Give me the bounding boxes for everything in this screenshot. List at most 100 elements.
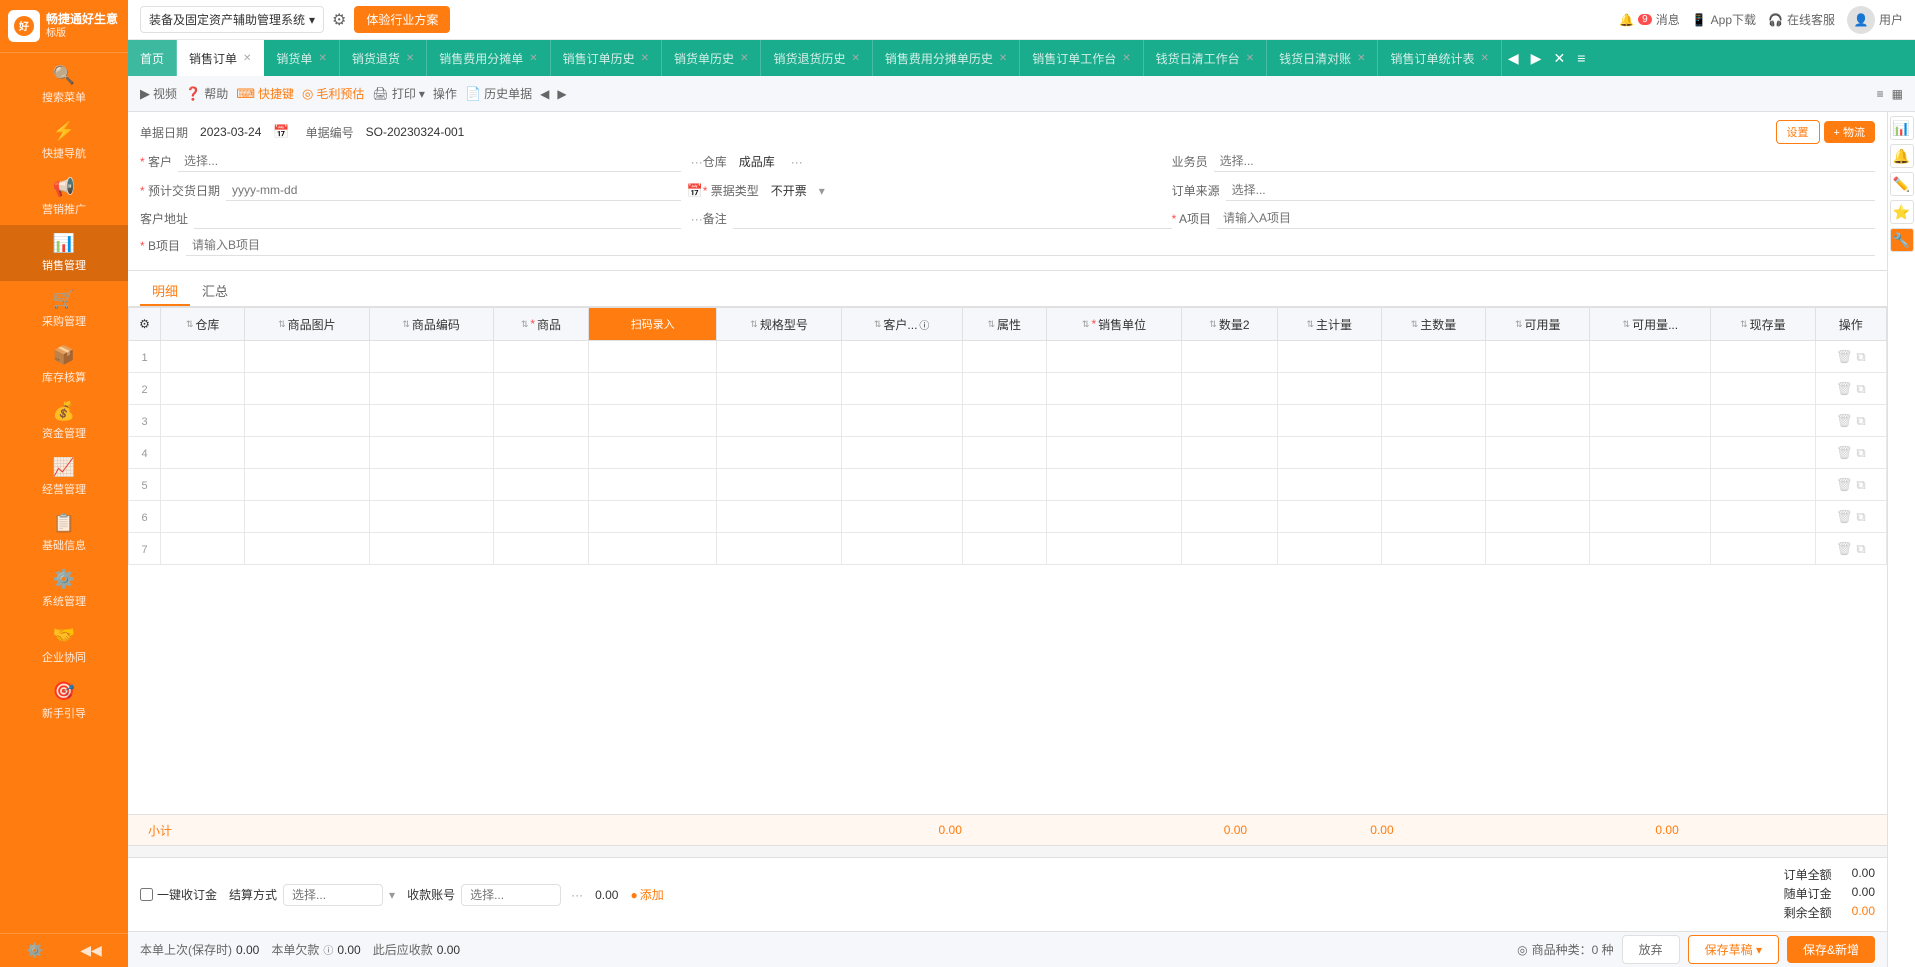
delete-icon[interactable]: 🗑 [1836,381,1853,397]
settings-header-icon[interactable]: ⚙ [332,10,346,30]
right-icon-star[interactable]: ⭐ [1890,200,1914,224]
system-select[interactable]: 装备及固定资产辅助管理系统 ▾ [140,6,324,33]
delete-icon[interactable]: 🗑 [1836,477,1853,493]
app-download-btn[interactable]: 📱 App下载 [1692,11,1756,28]
sidebar-item-search[interactable]: 🔍 搜索菜单 [0,57,128,113]
tab-expense-split[interactable]: 销售费用分摊单 ✕ [427,40,550,76]
a-project-input[interactable] [1217,208,1875,229]
delete-icon[interactable]: 🗑 [1836,445,1853,461]
user-area[interactable]: 👤 用户 [1847,6,1903,34]
nav-next-btn[interactable]: ▶ [557,87,566,101]
copy-icon[interactable]: ⧉ [1856,509,1865,525]
order-source-input[interactable] [1226,180,1875,201]
cell-attr[interactable] [962,341,1046,373]
cell-code[interactable] [369,341,493,373]
account-more-icon[interactable]: ··· [571,888,583,902]
close-icon[interactable]: ✕ [1357,53,1365,64]
calendar-icon[interactable]: 📅 [273,124,289,140]
settings-btn[interactable]: 设置 [1776,120,1820,144]
tab-nav-next[interactable]: ▶ [1525,50,1548,67]
tab-daily-workbench[interactable]: 钱货日清工作台 ✕ [1144,40,1267,76]
tab-sales-return[interactable]: 销货退货 ✕ [340,40,427,76]
operations-btn[interactable]: 操作 [433,85,457,102]
th-scan[interactable]: 扫码录入 [589,308,717,341]
tab-order-workbench[interactable]: 销售订单工作台 ✕ [1020,40,1143,76]
grid-view-btn[interactable]: ▦ [1892,87,1903,101]
sidebar-item-sales[interactable]: 📊 销售管理 [0,225,128,281]
add-logistics-btn[interactable]: + 物流 [1824,121,1875,143]
tab-home[interactable]: 首页 [128,40,177,76]
tab-detail[interactable]: 明细 [140,277,190,306]
settlement-input[interactable] [283,884,383,906]
sidebar-item-quicknav[interactable]: ⚡ 快捷导航 [0,113,128,169]
one-click-checkbox-input[interactable] [140,888,153,901]
close-icon[interactable]: ✕ [406,53,414,64]
copy-icon[interactable]: ⧉ [1856,349,1865,365]
warehouse-more-icon[interactable]: ··· [791,155,803,169]
copy-icon[interactable]: ⧉ [1856,445,1865,461]
settings-bottom-icon[interactable]: ⚙️ [26,942,43,959]
tab-order-history[interactable]: 销售订单历史 ✕ [551,40,662,76]
cell-unit[interactable] [1046,341,1181,373]
customer-more-icon[interactable]: ··· [691,155,703,169]
right-icon-tool[interactable]: 🔧 [1890,228,1914,252]
close-icon[interactable]: ✕ [1481,53,1489,64]
notification-btn[interactable]: 🔔 9 消息 [1619,11,1680,28]
sidebar-item-inventory[interactable]: 📦 库存核算 [0,337,128,393]
copy-icon[interactable]: ⧉ [1856,477,1865,493]
close-icon[interactable]: ✕ [243,53,251,64]
save-draft-btn[interactable]: 保存草稿 ▾ [1688,935,1779,964]
close-icon[interactable]: ✕ [740,53,748,64]
customer-address-input[interactable] [194,208,681,229]
close-icon[interactable]: ✕ [318,53,326,64]
right-icon-bell[interactable]: 🔔 [1890,144,1914,168]
print-btn[interactable]: 🖨 打印 ▾ [372,85,425,102]
close-icon[interactable]: ✕ [1122,53,1130,64]
b-project-input[interactable] [186,235,1875,256]
save-new-btn[interactable]: 保存&新增 [1787,936,1875,963]
shortcuts-btn[interactable]: ⌨ 快捷键 [236,85,294,102]
right-icon-chart[interactable]: 📊 [1890,116,1914,140]
help-btn[interactable]: ❓ 帮助 [185,85,228,102]
scan-btn[interactable]: 扫码录入 [623,314,683,334]
sidebar-item-management[interactable]: 📈 经营管理 [0,449,128,505]
tab-sales-slip[interactable]: 销货单 ✕ [264,40,339,76]
delete-icon[interactable]: 🗑 [1836,413,1853,429]
close-icon[interactable]: ✕ [1246,53,1254,64]
settlement-chevron[interactable]: ▾ [389,888,395,902]
history-btn[interactable]: 📄 历史单据 [465,85,532,102]
tab-slip-history[interactable]: 销货单历史 ✕ [662,40,761,76]
sidebar-item-system[interactable]: ⚙️ 系统管理 [0,561,128,617]
delivery-date-input[interactable] [226,180,680,201]
sidebar-item-guide[interactable]: 🎯 新手引导 [0,673,128,729]
receipt-account-input[interactable] [461,884,561,906]
invoice-chevron-icon[interactable]: ▾ [819,184,825,198]
delete-icon[interactable]: 🗑 [1836,509,1853,525]
list-view-btn[interactable]: ≡ [1877,87,1884,101]
add-btn[interactable]: ● 添加 [630,886,663,903]
tab-stats[interactable]: 销售订单统计表 ✕ [1378,40,1501,76]
tab-expense-history[interactable]: 销售费用分摊单历史 ✕ [873,40,1020,76]
sidebar-item-basic[interactable]: 📋 基础信息 [0,505,128,561]
copy-icon[interactable]: ⧉ [1856,413,1865,429]
close-icon[interactable]: ✕ [999,53,1007,64]
sidebar-item-marketing[interactable]: 📢 营销推广 [0,169,128,225]
tab-daily-reconcile[interactable]: 钱货日清对账 ✕ [1267,40,1378,76]
cell-warehouse[interactable] [161,341,245,373]
copy-icon[interactable]: ⧉ [1856,541,1865,557]
customer-input[interactable] [178,151,681,172]
tab-nav-prev[interactable]: ◀ [1502,50,1525,67]
view-btn[interactable]: ▶ 视频 [140,85,177,102]
discard-btn[interactable]: 放弃 [1622,935,1680,964]
table-settings-icon[interactable]: ⚙ [139,317,150,331]
one-click-checkbox[interactable]: 一键收订金 [140,886,217,903]
tab-sales-order[interactable]: 销售订单 ✕ [177,40,264,76]
tab-return-history[interactable]: 销货退货历史 ✕ [761,40,872,76]
cell-qty2[interactable] [1182,341,1277,373]
copy-icon[interactable]: ⧉ [1856,381,1865,397]
delivery-calendar-icon[interactable]: 📅 [687,183,703,199]
table-scrollbar[interactable] [128,845,1887,857]
cell-spec[interactable] [717,341,841,373]
address-more-icon[interactable]: ··· [691,212,703,226]
remarks-input[interactable] [733,208,1172,229]
